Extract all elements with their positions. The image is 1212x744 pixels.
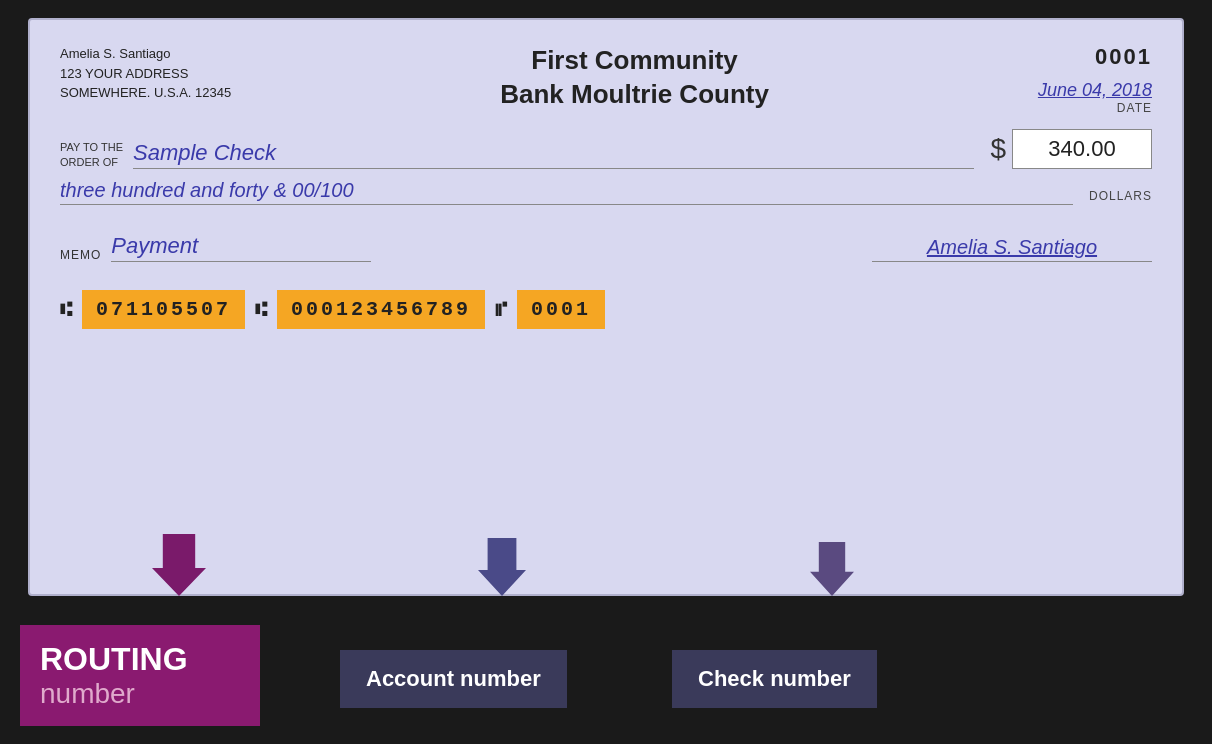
check-date: June 04, 2018 <box>1038 80 1152 101</box>
signature-line: Amelia S. Santiago <box>872 236 1152 262</box>
pay-to-label: PAY TO THE ORDER OF <box>60 140 123 169</box>
check-arrow <box>810 542 854 596</box>
micr-routing: 071105507 <box>82 290 245 329</box>
memo-label: MEMO <box>60 248 101 262</box>
account-arrow <box>478 538 526 596</box>
written-amount: three hundred and forty & 00/100 <box>60 179 1073 205</box>
payee-name: Sample Check <box>133 140 276 165</box>
micr-check-number: 0001 <box>517 290 605 329</box>
account-label-box: Account number <box>340 650 567 708</box>
bank-name: First Community Bank Moultrie County <box>500 44 769 112</box>
bank-info: First Community Bank Moultrie County <box>500 44 769 112</box>
check-label-text: Check number <box>698 666 851 691</box>
account-label-text: Account number <box>366 666 541 691</box>
date-area: June 04, 2018 DATE <box>1038 80 1152 115</box>
check-number-area: 0001 June 04, 2018 DATE <box>1038 44 1152 115</box>
check-number-display: 0001 <box>1038 44 1152 70</box>
written-amount-section: three hundred and forty & 00/100 DOLLARS <box>60 179 1152 205</box>
routing-label-title: ROUTING <box>40 641 240 678</box>
routing-arrow <box>152 534 206 596</box>
dollars-label: DOLLARS <box>1089 189 1152 205</box>
date-label: DATE <box>1038 101 1152 115</box>
memo-section: MEMO Payment Amelia S. Santiago <box>60 233 1152 262</box>
micr-section: ⑆ 071105507 ⑆ 000123456789 ⑈ 0001 <box>60 290 1152 329</box>
sender-name: Amelia S. Santiago <box>60 44 231 64</box>
pay-to-section: PAY TO THE ORDER OF Sample Check $ 340.0… <box>60 129 1152 169</box>
amount-section: $ 340.00 <box>990 129 1152 169</box>
check-label-box: Check number <box>672 650 877 708</box>
micr-symbol-equals: ⑈ <box>495 298 507 321</box>
memo-line: Payment <box>111 233 371 262</box>
sender-info: Amelia S. Santiago 123 YOUR ADDRESS SOME… <box>60 44 231 103</box>
sender-address1: 123 YOUR ADDRESS <box>60 64 231 84</box>
signature-value: Amelia S. Santiago <box>927 236 1097 258</box>
micr-symbol-left: ⑆ <box>60 298 72 321</box>
signature-area: Amelia S. Santiago <box>387 236 1152 262</box>
micr-account: 000123456789 <box>277 290 485 329</box>
check-page: Amelia S. Santiago 123 YOUR ADDRESS SOME… <box>0 0 1212 744</box>
check-header: Amelia S. Santiago 123 YOUR ADDRESS SOME… <box>60 44 1152 115</box>
sender-address2: SOMEWHERE. U.S.A. 12345 <box>60 83 231 103</box>
routing-label-sub: number <box>40 678 240 710</box>
routing-label-box: ROUTING number <box>20 625 260 726</box>
memo-value: Payment <box>111 233 198 258</box>
amount-box: 340.00 <box>1012 129 1152 169</box>
pay-to-line: Sample Check <box>133 140 974 169</box>
micr-symbol-middle: ⑆ <box>255 298 267 321</box>
dollar-sign: $ <box>990 133 1006 165</box>
check-document: Amelia S. Santiago 123 YOUR ADDRESS SOME… <box>28 18 1184 596</box>
